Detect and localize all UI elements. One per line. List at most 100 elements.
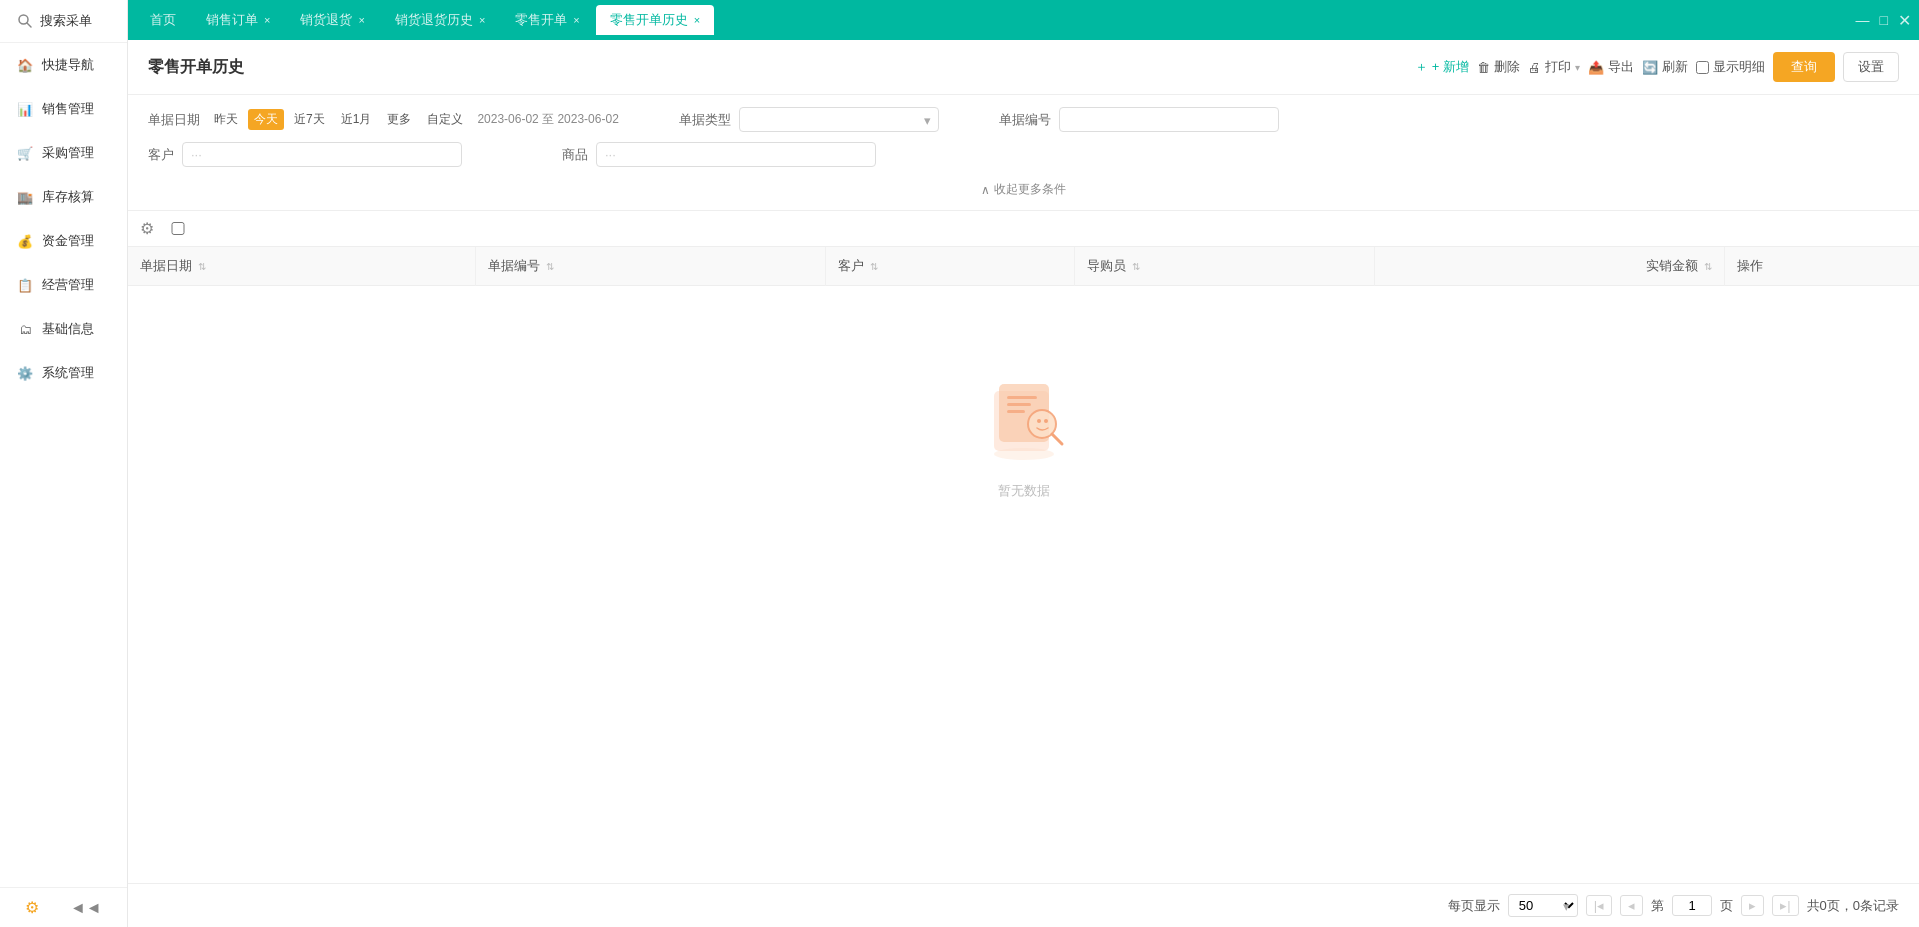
customer-filter: 客户 ···: [148, 142, 462, 167]
product-placeholder: ···: [605, 147, 867, 162]
per-page-select-wrap: 50 10 20 100: [1508, 894, 1578, 917]
table-settings-icon[interactable]: ⚙: [140, 219, 154, 238]
sort-date-icon: ⇅: [198, 261, 206, 272]
shortcut-7days[interactable]: 近7天: [288, 109, 331, 130]
doc-type-filter: 单据类型: [679, 107, 939, 132]
tab-sales-return-close[interactable]: ×: [358, 14, 364, 26]
select-all-checkbox[interactable]: [162, 222, 194, 235]
sidebar-footer: ⚙ ◄◄: [0, 887, 127, 927]
customer-label: 客户: [148, 146, 174, 164]
tab-sales-return-history-close[interactable]: ×: [479, 14, 485, 26]
window-min-btn[interactable]: —: [1856, 12, 1870, 28]
tab-retail-open-history-close[interactable]: ×: [694, 14, 700, 26]
per-page-label: 每页显示: [1448, 897, 1500, 915]
purchase-icon: 🛒: [16, 144, 34, 162]
window-max-btn[interactable]: □: [1880, 12, 1888, 28]
sidebar-item-label: 经营管理: [42, 276, 94, 294]
tab-sales-order-close[interactable]: ×: [264, 14, 270, 26]
sidebar-item-finance[interactable]: 💰 资金管理: [0, 219, 127, 263]
window-close-btn[interactable]: ✕: [1898, 11, 1911, 30]
svg-rect-6: [1007, 403, 1031, 406]
first-page-btn[interactable]: |◂: [1586, 895, 1612, 916]
th-date[interactable]: 单据日期 ⇅: [128, 247, 476, 286]
last-page-btn[interactable]: ▸|: [1772, 895, 1798, 916]
tab-retail-open-label: 零售开单: [515, 11, 567, 29]
refresh-button[interactable]: 🔄 刷新: [1642, 58, 1688, 76]
total-label: 共0页，0条记录: [1807, 897, 1899, 915]
collapse-more-btn[interactable]: ∧ 收起更多条件: [148, 177, 1899, 202]
page-label: 页: [1720, 897, 1733, 915]
svg-line-1: [27, 23, 31, 27]
filter-row-2: 客户 ··· 商品 ···: [148, 142, 1899, 167]
doc-type-select[interactable]: [739, 107, 939, 132]
sidebar-item-label: 基础信息: [42, 320, 94, 338]
topbar: 首页 销售订单 × 销货退货 × 销货退货历史 × 零售开单 × 零售开单历史 …: [128, 0, 1919, 40]
per-page-select[interactable]: 50 10 20 100: [1508, 894, 1578, 917]
table-toolbar: ⚙: [128, 211, 1919, 247]
date-filter: 单据日期 昨天 今天 近7天 近1月 更多 自定义 2023-06-02 至 2…: [148, 109, 619, 130]
sidebar-item-operations[interactable]: 📋 经营管理: [0, 263, 127, 307]
sidebar-item-label: 资金管理: [42, 232, 94, 250]
sort-no-icon: ⇅: [546, 261, 554, 272]
tab-home[interactable]: 首页: [136, 5, 190, 35]
sidebar-collapse-btn[interactable]: ◄◄: [70, 899, 102, 917]
inventory-icon: 🏬: [16, 188, 34, 206]
tab-retail-open-history-label: 零售开单历史: [610, 11, 688, 29]
customer-input[interactable]: ···: [182, 142, 462, 167]
tab-sales-return-history[interactable]: 销货退货历史 ×: [381, 5, 499, 35]
shortcut-custom[interactable]: 自定义: [421, 109, 469, 130]
th-amount[interactable]: 实销金额 ⇅: [1374, 247, 1724, 286]
th-no[interactable]: 单据编号 ⇅: [476, 247, 826, 286]
sort-guide-icon: ⇅: [1132, 261, 1140, 272]
product-input[interactable]: ···: [596, 142, 876, 167]
th-action: 操作: [1724, 247, 1919, 286]
tab-sales-order[interactable]: 销售订单 ×: [192, 5, 284, 35]
svg-point-11: [1044, 419, 1048, 423]
export-button[interactable]: 📤 导出: [1588, 58, 1634, 76]
shortcut-1month[interactable]: 近1月: [335, 109, 378, 130]
sidebar-item-inventory[interactable]: 🏬 库存核算: [0, 175, 127, 219]
sidebar-settings-btn[interactable]: ⚙: [25, 898, 39, 917]
doc-no-input[interactable]: [1059, 107, 1279, 132]
print-button[interactable]: 🖨 打印 ▾: [1528, 58, 1580, 76]
delete-button[interactable]: 🗑 删除: [1477, 58, 1520, 76]
th-guide[interactable]: 导购员 ⇅: [1075, 247, 1375, 286]
header-actions: ＋ + 新增 🗑 删除 🖨 打印 ▾ 📤 导出 🔄: [1415, 52, 1899, 82]
settings-button[interactable]: 设置: [1843, 52, 1899, 82]
tab-retail-open-history[interactable]: 零售开单历史 ×: [596, 5, 714, 35]
prev-page-btn[interactable]: ◂: [1620, 895, 1643, 916]
th-customer[interactable]: 客户 ⇅: [825, 247, 1074, 286]
empty-state: 暂无数据: [128, 286, 1919, 560]
add-icon: ＋: [1415, 58, 1428, 76]
table-area: ⚙ 单据日期 ⇅ 单据编号 ⇅ 客户: [128, 211, 1919, 883]
sidebar-nav: 🏠 快捷导航 📊 销售管理 🛒 采购管理 🏬 库存核算 💰 资金管理 📋 经营管…: [0, 43, 127, 887]
sort-customer-icon: ⇅: [870, 261, 878, 272]
shortcut-more[interactable]: 更多: [381, 109, 417, 130]
add-button[interactable]: ＋ + 新增: [1415, 58, 1469, 76]
sidebar-item-quick-nav[interactable]: 🏠 快捷导航: [0, 43, 127, 87]
sidebar-item-sys-mgmt[interactable]: ⚙️ 系统管理: [0, 351, 127, 395]
date-label: 单据日期: [148, 111, 200, 129]
sidebar-item-base-info[interactable]: 🗂 基础信息: [0, 307, 127, 351]
sidebar-item-sales-mgmt[interactable]: 📊 销售管理: [0, 87, 127, 131]
product-filter: 商品 ···: [562, 142, 876, 167]
show-detail-checkbox[interactable]: [1696, 61, 1709, 74]
date-shortcuts: 昨天 今天 近7天 近1月 更多 自定义: [208, 109, 469, 130]
show-detail-check[interactable]: 显示明细: [1696, 58, 1765, 76]
query-button[interactable]: 查询: [1773, 52, 1835, 82]
tab-retail-open[interactable]: 零售开单 ×: [501, 5, 593, 35]
sidebar-search[interactable]: 搜索采单: [0, 0, 127, 43]
topbar-window-actions: — □ ✕: [1856, 11, 1911, 30]
shortcut-today[interactable]: 今天: [248, 109, 284, 130]
doc-type-select-wrap: [739, 107, 939, 132]
next-page-btn[interactable]: ▸: [1741, 895, 1764, 916]
sidebar-item-purchase-mgmt[interactable]: 🛒 采购管理: [0, 131, 127, 175]
tab-retail-open-close[interactable]: ×: [573, 14, 579, 26]
tab-sales-return[interactable]: 销货退货 ×: [286, 5, 378, 35]
shortcut-yesterday[interactable]: 昨天: [208, 109, 244, 130]
current-page-input[interactable]: [1672, 895, 1712, 916]
svg-point-10: [1037, 419, 1041, 423]
empty-text: 暂无数据: [998, 482, 1050, 500]
data-table: 单据日期 ⇅ 单据编号 ⇅ 客户 ⇅ 导购员 ⇅: [128, 247, 1919, 286]
sidebar-item-label: 销售管理: [42, 100, 94, 118]
